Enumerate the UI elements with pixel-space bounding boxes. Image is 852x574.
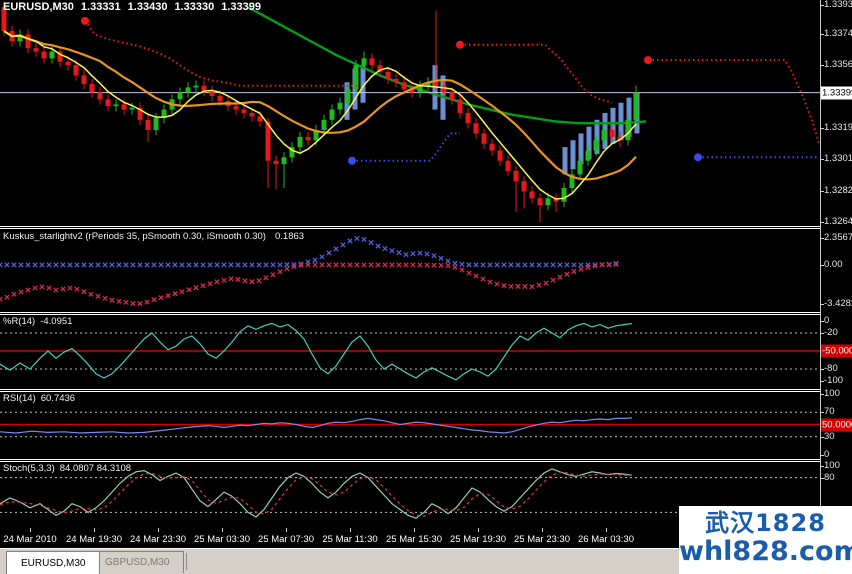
quote-high: 1.33430 xyxy=(128,1,168,13)
time-label: 24 Mar 23:30 xyxy=(130,534,186,545)
axis-tick xyxy=(820,34,824,35)
tab-divider xyxy=(186,553,187,570)
axis-tick xyxy=(820,478,824,479)
mt4-chart-window: EURUSD,M30 1.33331 1.33430 1.33330 1.33399 K… xyxy=(0,0,852,574)
rsi-tick-label: 100 xyxy=(824,389,840,399)
time-tick xyxy=(30,528,31,532)
tab-eurusd-m30[interactable]: EURUSD,M30 xyxy=(6,551,100,574)
rsi-tick-label: 0 xyxy=(824,450,829,460)
stoch-value: 84.0807 84.3108 xyxy=(60,463,131,474)
rsi-level-label: 50.0000 xyxy=(821,418,852,431)
price-tick-label: 1.33560 xyxy=(824,60,852,70)
kuskus-tick-label: -3.4282 xyxy=(824,299,852,309)
axis-tick xyxy=(820,65,824,66)
kuskus-starlight-pane[interactable]: Kuskus_starlightv2 (rPeriods 35, pSmooth… xyxy=(0,229,821,312)
symbol-period-label: EURUSD,M30 xyxy=(3,1,74,13)
price-tick-label: 1.33190 xyxy=(824,123,852,133)
axis-tick xyxy=(820,321,824,322)
kuskus-tick-label: 0.00 xyxy=(824,260,843,270)
rsi-canvas[interactable] xyxy=(0,392,821,459)
axis-tick xyxy=(820,394,824,395)
stoch-label: Stoch(5,3,3)84.0807 84.3108 xyxy=(3,463,131,474)
main-chart-canvas[interactable] xyxy=(0,0,821,226)
chart-title: EURUSD,M30 1.33331 1.33430 1.33330 1.33399 xyxy=(3,1,268,13)
williams-percent-r-pane[interactable]: %R(14)-4.0951 xyxy=(0,315,821,389)
rsi-tick-label: 30 xyxy=(824,432,835,442)
wpr-tick-label: -20 xyxy=(824,328,838,338)
time-tick xyxy=(606,528,607,532)
axis-tick xyxy=(820,5,824,6)
axis-tick xyxy=(820,191,824,192)
time-label: 25 Mar 23:30 xyxy=(514,534,570,545)
time-tick xyxy=(94,528,95,532)
quote-open: 1.33331 xyxy=(81,1,121,13)
main-price-pane[interactable]: EURUSD,M30 1.33331 1.33430 1.33330 1.33399 xyxy=(0,0,821,226)
axis-tick xyxy=(820,333,824,334)
price-tick-label: 1.33930 xyxy=(824,0,852,10)
time-label: 24 Mar 2010 xyxy=(3,534,56,545)
wpr-label: %R(14)-4.0951 xyxy=(3,316,72,327)
time-label: 25 Mar 03:30 xyxy=(194,534,250,545)
axis-tick xyxy=(820,265,824,266)
time-tick xyxy=(478,528,479,532)
price-tick-label: 1.32640 xyxy=(824,217,852,227)
axis-tick xyxy=(820,466,824,467)
rsi-label: RSI(14)60.7436 xyxy=(3,393,75,404)
wpr-level-label: -50.0000 xyxy=(821,345,852,358)
axis-tick xyxy=(820,412,824,413)
axis-tick xyxy=(820,369,824,370)
time-tick xyxy=(350,528,351,532)
axis-tick xyxy=(820,381,824,382)
price-tick-label: 1.33010 xyxy=(824,154,852,164)
stoch-tick-label: 100 xyxy=(824,461,840,471)
wpr-tick-label: -100 xyxy=(824,376,843,386)
wpr-tick-label: 0 xyxy=(824,316,829,326)
time-label: 25 Mar 15:30 xyxy=(386,534,442,545)
axis-tick xyxy=(820,128,824,129)
price-tick-label: 1.32825 xyxy=(824,186,852,196)
axis-tick xyxy=(820,238,824,239)
watermark-line1: 武汉1828 xyxy=(679,509,852,537)
axis-tick xyxy=(820,222,824,223)
price-tick-label: 1.33745 xyxy=(824,29,852,39)
time-tick xyxy=(222,528,223,532)
quote-low: 1.33330 xyxy=(174,1,214,13)
kuskus-tick-label: 2.3567 xyxy=(824,233,852,243)
axis-tick xyxy=(820,304,824,305)
time-tick xyxy=(286,528,287,532)
tab-gbpusd-m30[interactable]: GBPUSD,M30 xyxy=(90,551,184,573)
axis-tick xyxy=(820,455,824,456)
stoch-tick-label: 80 xyxy=(824,473,835,483)
time-label: 26 Mar 03:30 xyxy=(578,534,634,545)
wpr-tick-label: -80 xyxy=(824,364,838,374)
rsi-pane[interactable]: RSI(14)60.7436 xyxy=(0,392,821,459)
time-tick xyxy=(542,528,543,532)
time-label: 25 Mar 11:30 xyxy=(322,534,377,545)
current-price-label: 1.33399 xyxy=(821,86,852,99)
time-tick xyxy=(414,528,415,532)
kuskus-value: 0.1863 xyxy=(275,231,304,242)
time-label: 25 Mar 07:30 xyxy=(258,534,314,545)
axis-tick xyxy=(820,437,824,438)
wpr-canvas[interactable] xyxy=(0,315,821,389)
kuskus-label: Kuskus_starlightv2 (rPeriods 35, pSmooth… xyxy=(3,231,304,242)
quote-close: 1.33399 xyxy=(221,1,261,13)
time-label: 24 Mar 19:30 xyxy=(66,534,122,545)
wpr-value: -4.0951 xyxy=(40,316,72,327)
rsi-value: 60.7436 xyxy=(41,393,75,404)
axis-tick xyxy=(820,159,824,160)
rsi-tick-label: 70 xyxy=(824,407,835,417)
watermark-line2: whl828.com xyxy=(679,537,852,567)
watermark: 武汉1828 whl828.com xyxy=(679,506,852,574)
time-tick xyxy=(158,528,159,532)
time-label: 25 Mar 19:30 xyxy=(450,534,506,545)
